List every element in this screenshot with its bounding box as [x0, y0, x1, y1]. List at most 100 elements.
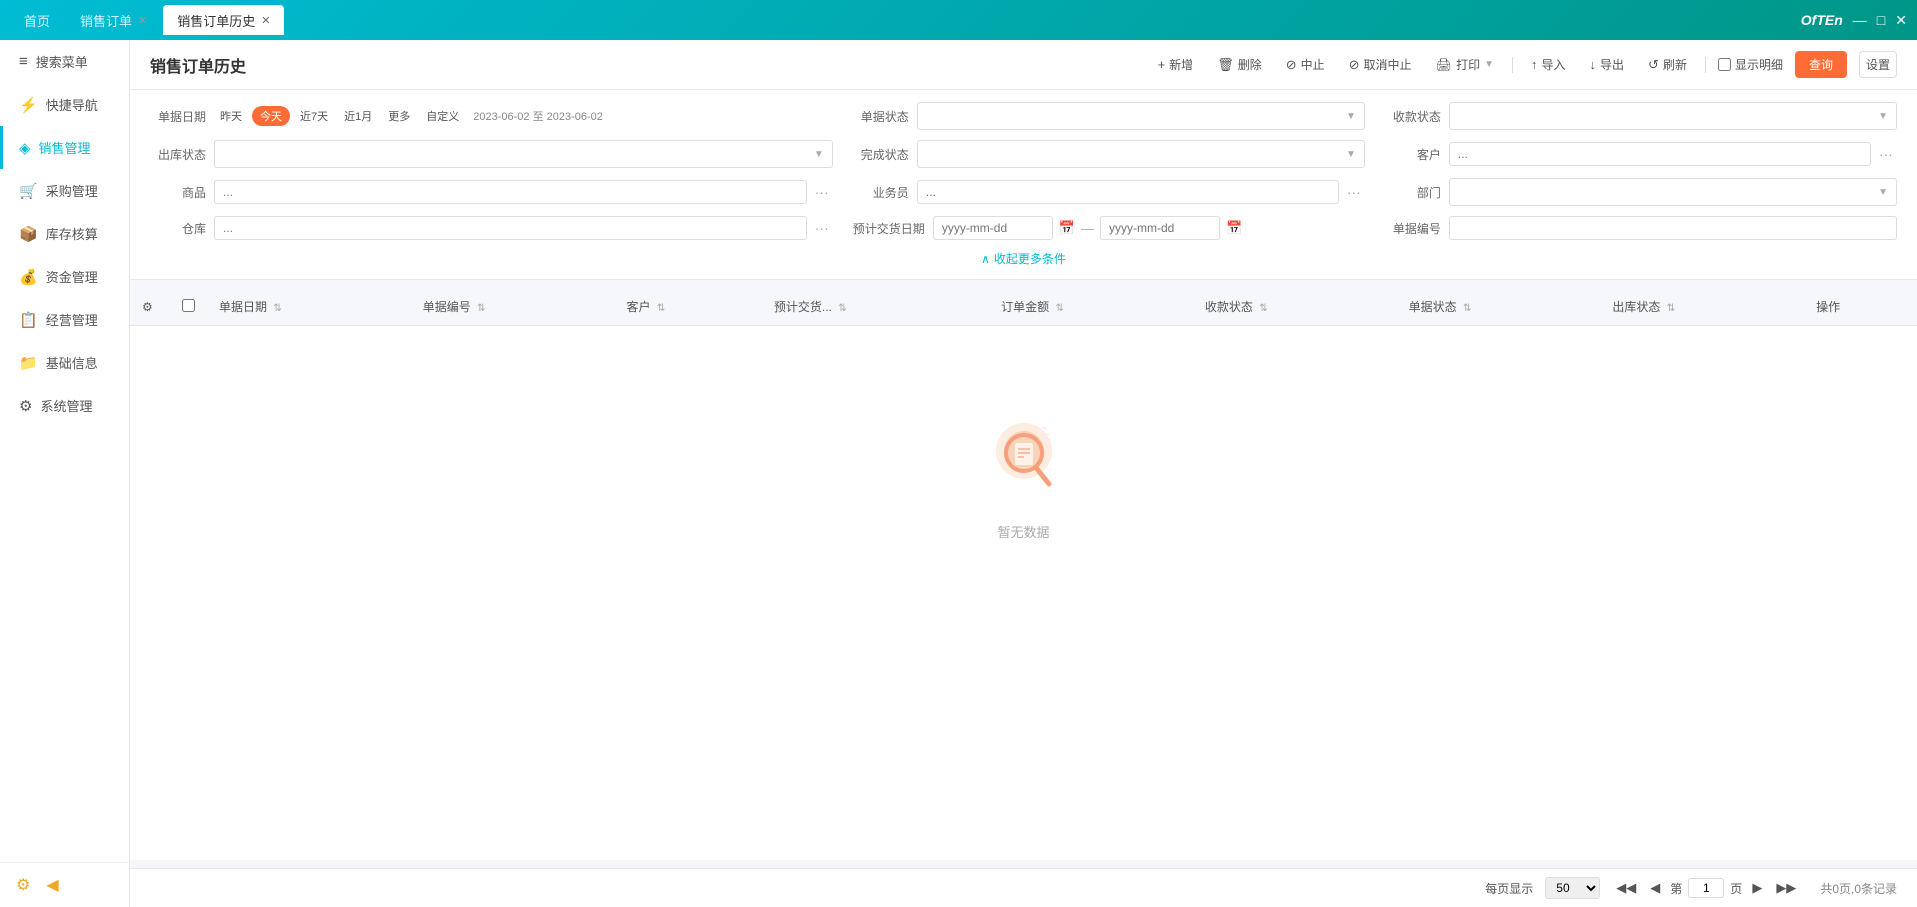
- sort-out-status-icon[interactable]: ⇅: [1667, 303, 1675, 314]
- date-btn-7days[interactable]: 近7天: [294, 106, 334, 126]
- date-btn-more[interactable]: 更多: [382, 106, 416, 126]
- prev-page-btn[interactable]: ◀: [1646, 878, 1664, 898]
- sidebar-item-inventory[interactable]: 📦 库存核算: [0, 212, 129, 255]
- expected-date-end[interactable]: [1100, 216, 1220, 240]
- first-page-btn[interactable]: ◀◀: [1612, 878, 1640, 898]
- last-page-btn[interactable]: ▶▶: [1772, 878, 1800, 898]
- dept-label: 部门: [1385, 184, 1441, 201]
- sidebar-item-basic-info[interactable]: 📁 基础信息: [0, 341, 129, 384]
- close-btn[interactable]: ✕: [1895, 12, 1907, 29]
- tab-bar: 首页 销售订单 ✕ 销售订单历史 ✕: [10, 5, 1801, 35]
- customer-input[interactable]: [1449, 142, 1871, 166]
- tab-sales-order-history[interactable]: 销售订单历史 ✕: [163, 5, 284, 35]
- stop-button[interactable]: ⊘ 中止: [1280, 52, 1331, 77]
- delete-icon: 🗑: [1217, 57, 1234, 73]
- sort-amount-icon[interactable]: ⇅: [1055, 303, 1063, 314]
- new-button[interactable]: + 新增: [1152, 52, 1200, 77]
- delete-button[interactable]: 🗑 删除: [1211, 52, 1268, 77]
- complete-status-label: 完成状态: [853, 146, 909, 163]
- calendar-icon-1[interactable]: 📅: [1059, 220, 1075, 236]
- tab-sales-order-history-close[interactable]: ✕: [261, 14, 270, 27]
- sidebar-item-quick-nav[interactable]: ⚡ 快捷导航: [0, 83, 129, 126]
- date-btn-today[interactable]: 今天: [252, 106, 290, 126]
- display-toggle-checkbox[interactable]: [1718, 58, 1731, 71]
- next-page-btn[interactable]: ▶: [1748, 878, 1766, 898]
- tab-sales-order[interactable]: 销售订单 ✕: [66, 5, 161, 35]
- print-button[interactable]: 🖨 打印 ▼: [1430, 52, 1500, 77]
- expected-date-start[interactable]: [933, 216, 1053, 240]
- sort-orderno-icon[interactable]: ⇅: [477, 303, 485, 314]
- warehouse-dots[interactable]: ···: [811, 220, 833, 236]
- th-settings[interactable]: ⚙: [130, 288, 170, 326]
- sort-payment-icon[interactable]: ⇅: [1259, 303, 1267, 314]
- date-btn-yesterday[interactable]: 昨天: [214, 106, 248, 126]
- tab-home[interactable]: 首页: [10, 5, 64, 35]
- page-input[interactable]: [1688, 878, 1724, 898]
- dept-select[interactable]: ▼: [1449, 178, 1897, 206]
- query-button[interactable]: 查询: [1795, 51, 1847, 78]
- sort-customer-icon[interactable]: ⇅: [657, 303, 665, 314]
- topbar-right: OfTEn — □ ✕: [1801, 12, 1907, 29]
- table-header-row: ⚙ 单据日期 ⇅ 单据编号 ⇅: [130, 288, 1917, 326]
- collapse-button[interactable]: ∧ 收起更多条件: [981, 250, 1066, 267]
- payment-status-select[interactable]: ▼: [1449, 102, 1897, 130]
- warehouse-input[interactable]: [214, 216, 807, 240]
- th-operation-label: 操作: [1816, 300, 1840, 314]
- per-page-select[interactable]: 50 10 20 100: [1545, 877, 1600, 899]
- sort-expected-icon[interactable]: ⇅: [838, 303, 846, 314]
- cancel-stop-button[interactable]: ⊘ 取消中止: [1343, 52, 1418, 77]
- order-no-input[interactable]: [1449, 216, 1897, 240]
- sort-order-status-icon[interactable]: ⇅: [1463, 303, 1471, 314]
- date-btn-custom[interactable]: 自定义: [420, 106, 465, 126]
- import-button[interactable]: ↑ 导入: [1525, 52, 1572, 77]
- complete-status-select[interactable]: ▼: [917, 140, 1365, 168]
- product-label: 商品: [150, 184, 206, 201]
- customer-label: 客户: [1385, 146, 1441, 163]
- th-checkbox[interactable]: [170, 288, 207, 326]
- data-table: ⚙ 单据日期 ⇅ 单据编号 ⇅: [130, 288, 1917, 621]
- out-status-arrow: ▼: [814, 149, 824, 160]
- customer-control: ···: [1449, 142, 1897, 166]
- tab-home-label: 首页: [24, 11, 50, 30]
- stop-label: 中止: [1301, 56, 1325, 73]
- settings-button[interactable]: 设置: [1859, 51, 1897, 78]
- calendar-icon-2[interactable]: 📅: [1226, 220, 1242, 236]
- sidebar-settings-icon[interactable]: ⚙: [16, 875, 30, 895]
- sidebar-item-search-menu[interactable]: ≡ 搜索菜单: [0, 40, 129, 83]
- order-status-select[interactable]: ▼: [917, 102, 1365, 130]
- customer-dots[interactable]: ···: [1875, 146, 1897, 162]
- out-status-select[interactable]: ▼: [214, 140, 833, 168]
- product-input[interactable]: [214, 180, 807, 204]
- th-amount-label: 订单金额: [1001, 300, 1049, 314]
- export-button[interactable]: ↓ 导出: [1584, 52, 1631, 77]
- th-order-status-label: 单据状态: [1409, 300, 1457, 314]
- salesman-dots[interactable]: ···: [1343, 184, 1365, 200]
- per-page-label: 每页显示: [1485, 880, 1533, 897]
- table-footer: 每页显示 50 10 20 100 ◀◀ ◀ 第 页 ▶ ▶▶ 共0页,0条记录: [130, 868, 1917, 907]
- minimize-btn[interactable]: —: [1853, 12, 1867, 28]
- maximize-btn[interactable]: □: [1877, 12, 1885, 28]
- tab-sales-order-close[interactable]: ✕: [138, 14, 147, 27]
- collapse-label: 收起更多条件: [994, 250, 1066, 267]
- content-area: 销售订单历史 + 新增 🗑 删除 ⊘ 中止 ⊘ 取消中止: [130, 40, 1917, 907]
- settings-label: 设置: [1866, 56, 1890, 73]
- select-all-checkbox[interactable]: [182, 299, 195, 312]
- th-order-no: 单据编号 ⇅: [411, 288, 615, 326]
- out-status-label: 出库状态: [150, 146, 206, 163]
- sort-date-icon[interactable]: ⇅: [273, 303, 281, 314]
- sidebar-item-system-mgmt[interactable]: ⚙ 系统管理: [0, 384, 129, 427]
- refresh-button[interactable]: ↺ 刷新: [1642, 52, 1693, 77]
- toolbar-divider-2: [1705, 57, 1706, 73]
- salesman-input[interactable]: [917, 180, 1339, 204]
- date-btn-1month[interactable]: 近1月: [338, 106, 378, 126]
- sidebar-item-operations[interactable]: 📋 经营管理: [0, 298, 129, 341]
- sidebar-item-sales-mgmt[interactable]: ◈ 销售管理: [0, 126, 129, 169]
- th-order-status: 单据状态 ⇅: [1397, 288, 1601, 326]
- table-settings-icon[interactable]: ⚙: [142, 300, 153, 314]
- display-toggle-label: 显示明细: [1735, 56, 1783, 73]
- sidebar-item-fund[interactable]: 💰 资金管理: [0, 255, 129, 298]
- top-bar: 首页 销售订单 ✕ 销售订单历史 ✕ OfTEn — □ ✕: [0, 0, 1917, 40]
- product-dots[interactable]: ···: [811, 184, 833, 200]
- sidebar-item-purchase-mgmt[interactable]: 🛒 采购管理: [0, 169, 129, 212]
- sidebar-collapse-icon[interactable]: ◀: [46, 875, 58, 895]
